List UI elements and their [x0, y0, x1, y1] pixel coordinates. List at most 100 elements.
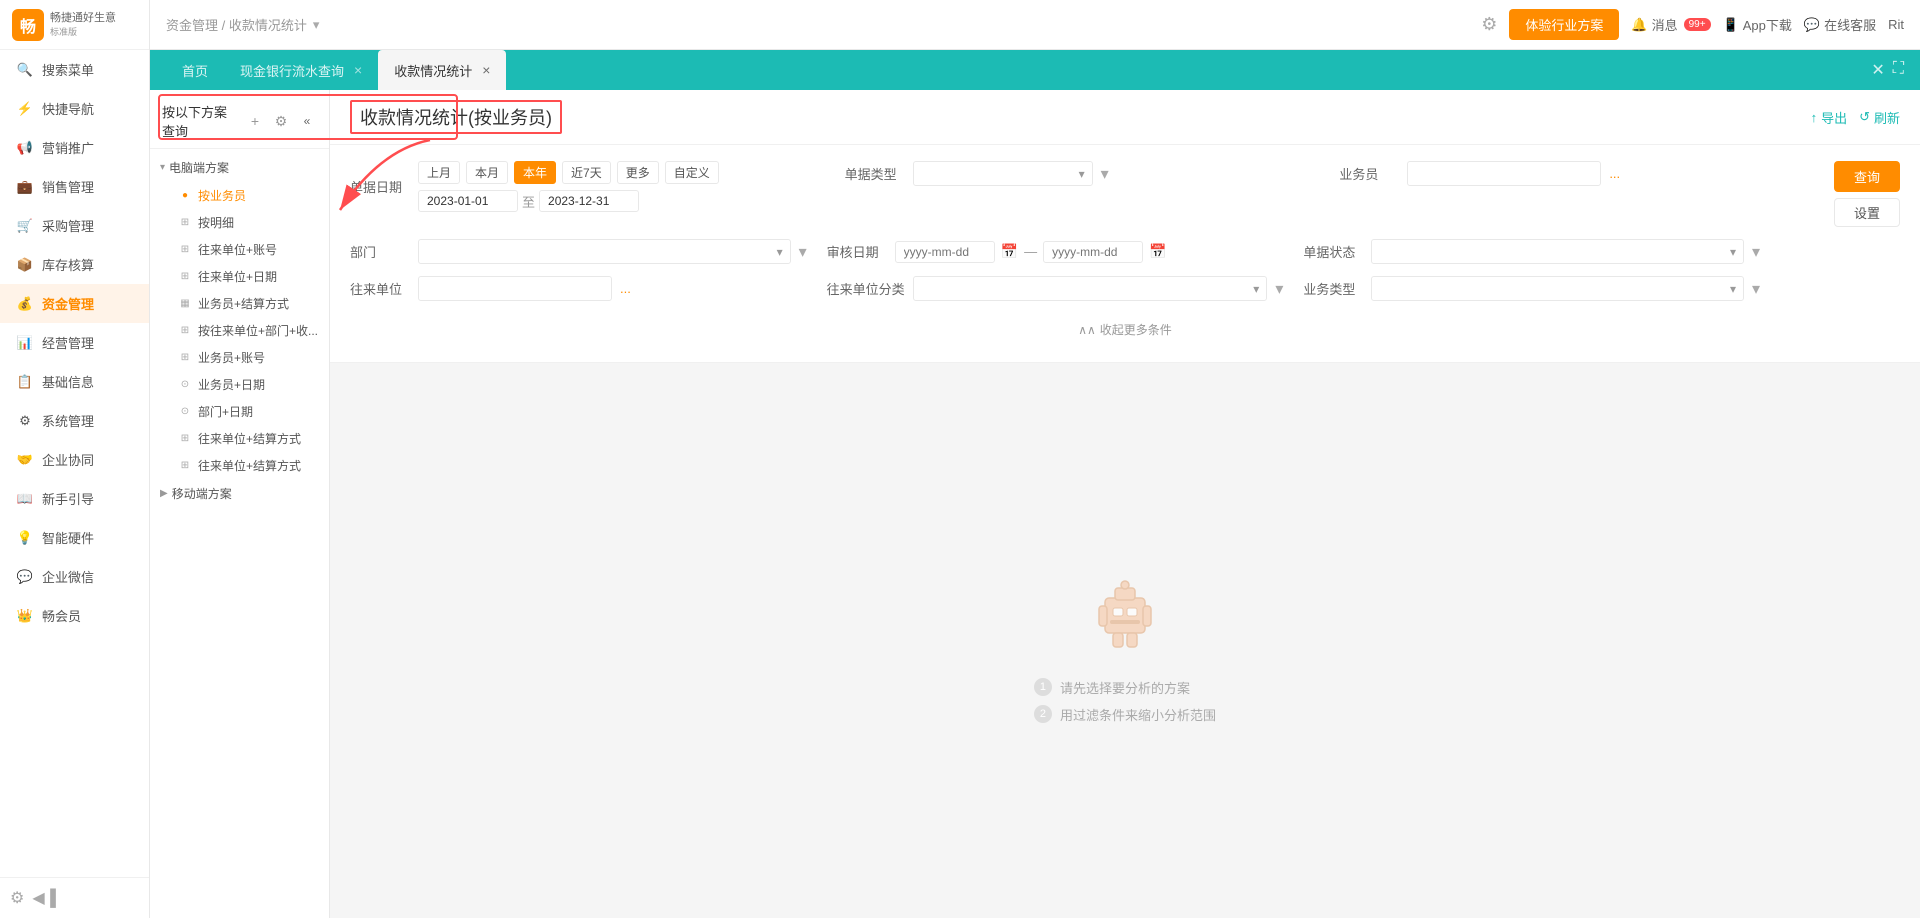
scheme-add-btn[interactable]: +: [245, 111, 265, 131]
scheme-list: ▾ 电脑端方案 ● 按业务员 ⊞ 按明细 ⊞: [150, 149, 329, 918]
scheme-item-salesman-date[interactable]: ⊙ 业务员+日期: [150, 371, 329, 398]
sidebar-item-search[interactable]: 🔍 搜索菜单: [0, 50, 149, 89]
sidebar-bottom: ⚙ ◀▐: [0, 877, 149, 918]
scheme-item-unit-account[interactable]: ⊞ 往来单位+账号: [150, 236, 329, 263]
scheme-item-unit-settle2-label: 往来单位+结算方式: [198, 457, 301, 474]
scheme-item-salesman-settle[interactable]: ▦ 业务员+结算方式: [150, 290, 329, 317]
user-name-btn[interactable]: Rit: [1888, 17, 1904, 32]
logo-icon: 畅: [12, 9, 44, 41]
scheme-settings-btn[interactable]: ⚙: [271, 111, 291, 131]
tab-receipt-stats-close[interactable]: ×: [482, 62, 490, 78]
mobile-group-arrow: ▶: [160, 488, 168, 499]
doctype-dropdown-icon[interactable]: ▾: [1101, 164, 1109, 184]
scheme-group-desktop-header[interactable]: ▾ 电脑端方案: [150, 153, 329, 182]
trial-button[interactable]: 体验行业方案: [1509, 9, 1619, 40]
scheme-item-salesman-account[interactable]: ⊞ 业务员+账号: [150, 344, 329, 371]
sidebar-item-system[interactable]: ⚙ 系统管理: [0, 401, 149, 440]
export-btn[interactable]: ↑ 导出: [1811, 108, 1848, 127]
breadcrumb-dropdown-icon[interactable]: ▾: [313, 17, 320, 33]
dept-select[interactable]: [418, 239, 791, 264]
counterpart-input[interactable]: [418, 276, 612, 301]
guide-icon: 📖: [16, 490, 34, 508]
sidebar-item-inventory[interactable]: 📦 库存核算: [0, 245, 149, 284]
scheme-item-unit-settle1-label: 往来单位+结算方式: [198, 430, 301, 447]
sidebar-item-basic-info[interactable]: 📋 基础信息: [0, 362, 149, 401]
app-download-label: App下载: [1743, 15, 1792, 34]
doctype-select[interactable]: [913, 161, 1093, 186]
sidebar-item-guide[interactable]: 📖 新手引导: [0, 479, 149, 518]
scheme-unit-settle2-icon: ⊞: [178, 459, 192, 473]
filter-dept-col: 部门 ▾: [350, 239, 807, 264]
sidebar-collapse-icon[interactable]: ◀▐: [32, 888, 56, 908]
scheme-item-unit-settle2[interactable]: ⊞ 往来单位+结算方式: [150, 452, 329, 479]
scheme-collapse-btn[interactable]: «: [297, 111, 317, 131]
app-download-btn[interactable]: 📱 App下载: [1723, 15, 1792, 34]
salesman-more-btn[interactable]: ...: [1609, 166, 1620, 181]
biztype-select[interactable]: [1371, 276, 1744, 301]
audit-to-input[interactable]: [1043, 241, 1143, 263]
scheme-item-dept-date[interactable]: ⊙ 部门+日期: [150, 398, 329, 425]
counterpart-type-select[interactable]: [913, 276, 1268, 301]
notification-label: 消息: [1652, 15, 1678, 34]
date-btn-more[interactable]: 更多: [617, 161, 659, 184]
tab-receipt-stats[interactable]: 收款情况统计 ×: [378, 50, 506, 90]
scheme-item-dept-date-label: 部门+日期: [198, 403, 253, 420]
salesman-input[interactable]: [1407, 161, 1601, 186]
window-maximize-btn[interactable]: ⛶: [1893, 60, 1904, 80]
breadcrumb: 资金管理 / 收款情况统计 ▾: [166, 15, 1469, 34]
audit-cal-icon2[interactable]: 📅: [1149, 243, 1166, 260]
biztype-dropdown-icon[interactable]: ▾: [1752, 279, 1760, 299]
audit-cal-icon1[interactable]: 📅: [1001, 243, 1018, 260]
date-btn-this-month[interactable]: 本月: [466, 161, 508, 184]
sidebar-item-wechat[interactable]: 💬 企业微信: [0, 557, 149, 596]
scheme-item-unit-date[interactable]: ⊞ 往来单位+日期: [150, 263, 329, 290]
date-btn-7days[interactable]: 近7天: [562, 161, 611, 184]
date-btn-last-month[interactable]: 上月: [418, 161, 460, 184]
filter-action-col: 查询 设置: [1834, 161, 1900, 227]
sidebar-nav: 🔍 搜索菜单 ⚡ 快捷导航 📢 营销推广 💼 销售管理 🛒 采购管理 📦: [0, 50, 149, 877]
filter-settings-button[interactable]: 设置: [1834, 198, 1900, 227]
date-btn-this-year[interactable]: 本年: [514, 161, 556, 184]
topbar-settings-btn[interactable]: ⚙: [1481, 14, 1497, 35]
scheme-group-mobile-header[interactable]: ▶ 移动端方案: [150, 479, 329, 508]
dept-dropdown-icon[interactable]: ▾: [799, 242, 807, 262]
scheme-item-unit-dept-recv[interactable]: ⊞ 按往来单位+部门+收...: [150, 317, 329, 344]
sidebar-item-member[interactable]: 👑 畅会员: [0, 596, 149, 635]
salesman-label: 业务员: [1339, 164, 1399, 183]
refresh-btn[interactable]: ↺ 刷新: [1859, 108, 1900, 127]
sidebar-item-hardware[interactable]: 💡 智能硬件: [0, 518, 149, 557]
scheme-item-unit-settle1[interactable]: ⊞ 往来单位+结算方式: [150, 425, 329, 452]
notification-btn[interactable]: 🔔 消息 99+: [1631, 15, 1710, 34]
collapse-more-btn[interactable]: ∧∧ 收起更多条件: [350, 313, 1900, 346]
sidebar-item-finance[interactable]: 💰 资金管理: [0, 284, 149, 323]
download-icon: 📱: [1723, 17, 1739, 33]
filter-counterpart-col: 往来单位 ...: [350, 276, 807, 301]
counterpart-more-btn[interactable]: ...: [620, 281, 631, 296]
counterpart-type-dropdown-icon[interactable]: ▾: [1275, 279, 1283, 299]
sidebar-item-marketing[interactable]: 📢 营销推广: [0, 128, 149, 167]
export-icon: ↑: [1811, 110, 1818, 125]
docstatus-select[interactable]: [1371, 239, 1744, 264]
scheme-item-by-detail[interactable]: ⊞ 按明细: [150, 209, 329, 236]
sidebar-settings-icon[interactable]: ⚙: [10, 888, 24, 908]
tab-home[interactable]: 首页: [166, 50, 224, 90]
docstatus-dropdown-icon[interactable]: ▾: [1752, 242, 1760, 262]
audit-date-inputs: 📅 — 📅: [895, 241, 1167, 263]
audit-from-input[interactable]: [895, 241, 995, 263]
window-close-btn[interactable]: ✕: [1871, 60, 1884, 80]
date-btn-custom[interactable]: 自定义: [665, 161, 719, 184]
sidebar-item-quicknav[interactable]: ⚡ 快捷导航: [0, 89, 149, 128]
scheme-item-by-salesman[interactable]: ● 按业务员: [150, 182, 329, 209]
sidebar-item-management[interactable]: 📊 经营管理: [0, 323, 149, 362]
query-button[interactable]: 查询: [1834, 161, 1900, 192]
date-from-input[interactable]: [418, 190, 518, 212]
tab-bank-flow[interactable]: 现金银行流水查询 ×: [224, 50, 378, 90]
sidebar-item-purchase[interactable]: 🛒 采购管理: [0, 206, 149, 245]
sidebar: 畅 畅捷通好生意 标准版 🔍 搜索菜单 ⚡ 快捷导航 📢 营销推广 💼: [0, 0, 150, 918]
tab-bank-flow-close[interactable]: ×: [354, 62, 362, 78]
basic-info-icon: 📋: [16, 373, 34, 391]
sidebar-item-sales[interactable]: 💼 销售管理: [0, 167, 149, 206]
date-to-input[interactable]: [539, 190, 639, 212]
sidebar-item-collab[interactable]: 🤝 企业协同: [0, 440, 149, 479]
online-service-btn[interactable]: 💬 在线客服: [1804, 15, 1876, 34]
